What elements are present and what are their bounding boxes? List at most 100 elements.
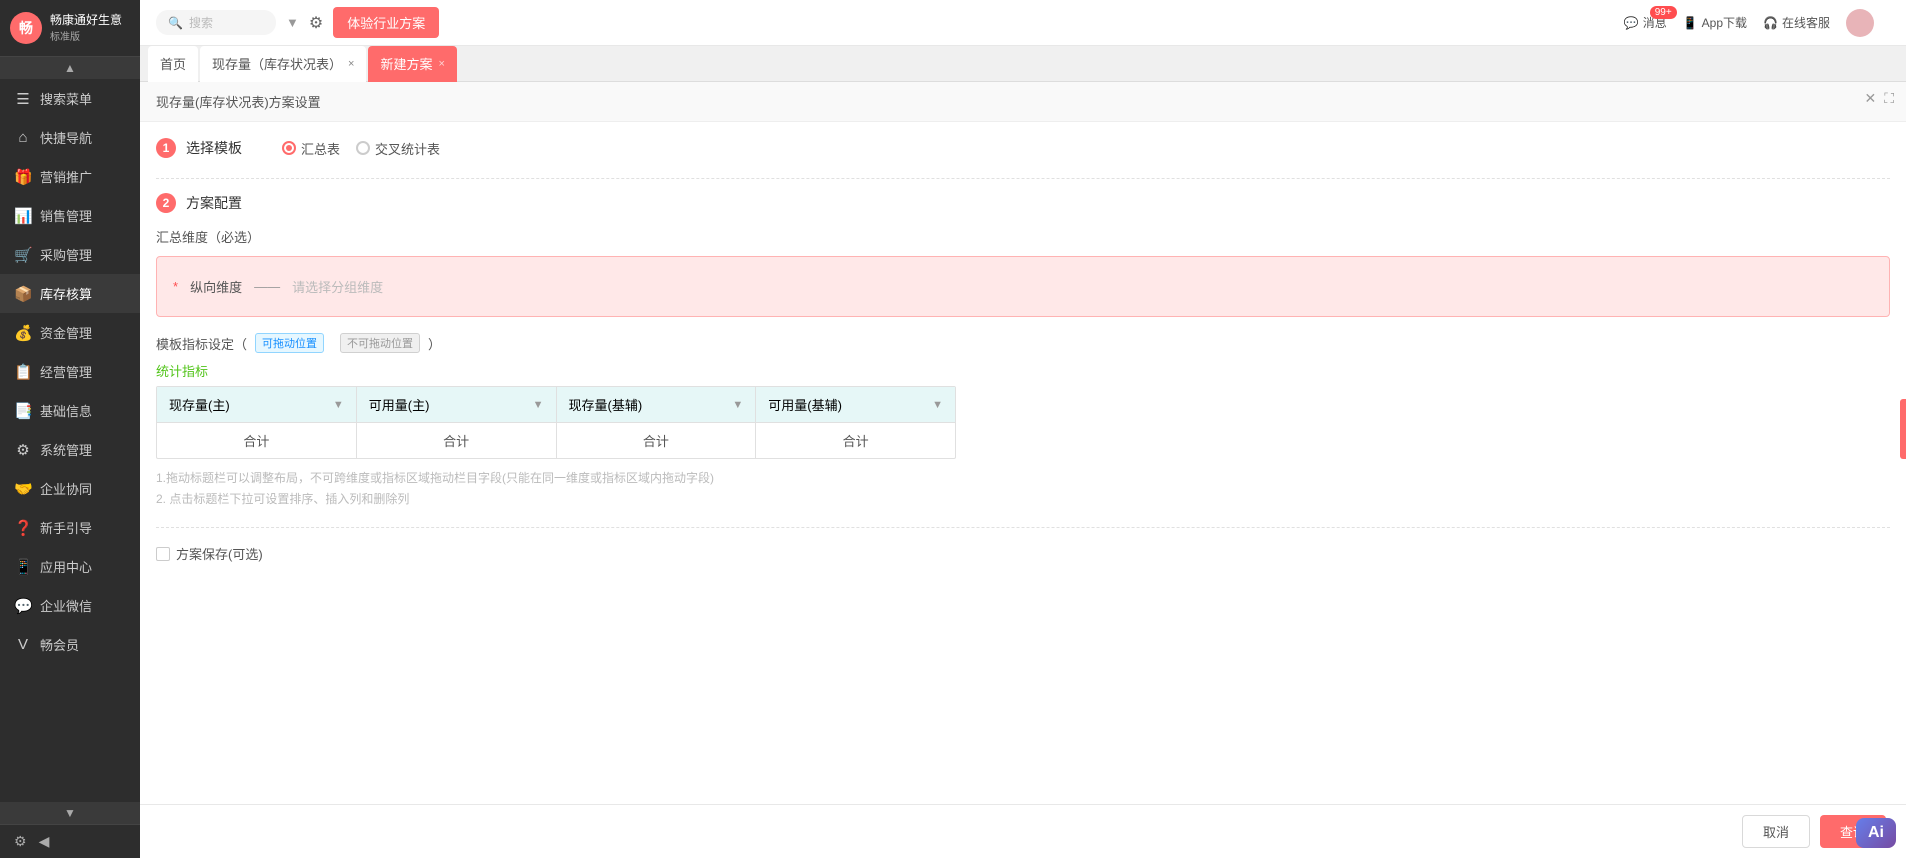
step1-label: 选择模板 — [186, 138, 242, 158]
summary-dimension-label: 汇总维度（必选） — [156, 227, 1890, 246]
indicator-col-header-label-3: 现存量(基辅) — [569, 395, 643, 414]
dimension-separator: —— — [254, 279, 280, 294]
radio-cross-dot — [356, 141, 370, 155]
message-item[interactable]: 💬 消息 99+ — [1624, 14, 1667, 31]
sidebar-item-system[interactable]: ⚙ 系统管理 — [0, 430, 140, 469]
app-download-label: App下载 — [1702, 14, 1747, 31]
sidebar-item-app-center[interactable]: 📱 应用中心 — [0, 547, 140, 586]
col-chevron-3[interactable]: ▼ — [732, 399, 743, 411]
search-menu-icon: ☰ — [14, 90, 32, 108]
sidebar-item-inventory[interactable]: 📦 库存核算 — [0, 274, 140, 313]
cancel-button[interactable]: 取消 — [1742, 815, 1810, 848]
industry-plan-button[interactable]: 体验行业方案 — [333, 7, 439, 38]
sidebar-item-purchase[interactable]: 🛒 采购管理 — [0, 235, 140, 274]
sidebar-item-finance[interactable]: 💰 资金管理 — [0, 313, 140, 352]
user-avatar[interactable] — [1846, 9, 1874, 37]
sidebar-item-enterprise[interactable]: 🤝 企业协同 — [0, 469, 140, 508]
col-chevron-2[interactable]: ▼ — [533, 399, 544, 411]
sidebar-item-enterprise-wechat[interactable]: 💬 企业微信 — [0, 586, 140, 625]
panel-body: 1 选择模板 汇总表 交叉统计表 — [140, 122, 1906, 804]
save-plan-checkbox[interactable] — [156, 547, 170, 561]
radio-summary-dot — [282, 141, 296, 155]
sidebar-item-marketing[interactable]: 🎁 营销推广 — [0, 157, 140, 196]
topbar-gear-icon[interactable]: ⚙ — [309, 13, 323, 33]
radio-summary[interactable]: 汇总表 — [282, 139, 340, 158]
marketing-icon: 🎁 — [14, 168, 32, 186]
sidebar-item-label: 库存核算 — [40, 284, 92, 303]
indicator-col-header-4[interactable]: 可用量(基辅) ▼ — [756, 387, 955, 422]
purchase-icon: 🛒 — [14, 246, 32, 264]
expand-panel-icon[interactable]: ⛶ — [1884, 90, 1894, 107]
save-plan-checkbox-area[interactable]: 方案保存(可选) — [156, 544, 1890, 563]
step2-badge: 2 — [156, 193, 176, 213]
indicator-settings-text: 模板指标设定（ — [156, 334, 247, 353]
sidebar-scroll-up[interactable]: ▲ — [0, 57, 140, 79]
sidebar-footer: ⚙ ◀ — [0, 824, 140, 858]
dimension-selector[interactable]: * 纵向维度 —— 请选择分组维度 — [156, 256, 1890, 317]
sidebar-item-basic-info[interactable]: 📑 基础信息 — [0, 391, 140, 430]
tab-inventory-status-label: 现存量（库存状况表） — [212, 54, 342, 73]
indicator-table-header: 现存量(主) ▼ 可用量(主) ▼ 现存量(基辅) — [157, 387, 955, 422]
page-panel: ✕ ⛶ 现存量(库存状况表)方案设置 1 选择模板 汇总表 — [140, 82, 1906, 858]
new-guide-icon: ❓ — [14, 519, 32, 537]
indicator-table-row: 合计 合计 合计 合计 — [157, 422, 955, 458]
sidebar-item-quick-nav[interactable]: ⌂ 快捷导航 — [0, 118, 140, 157]
indicator-col-header-1[interactable]: 现存量(主) ▼ — [157, 387, 357, 422]
step1-badge: 1 — [156, 138, 176, 158]
content-area: ✕ ⛶ 现存量(库存状况表)方案设置 1 选择模板 汇总表 — [140, 82, 1906, 858]
dimension-placeholder: 请选择分组维度 — [292, 277, 383, 296]
message-icon: 💬 — [1624, 16, 1639, 30]
tab-home[interactable]: 首页 — [148, 46, 198, 82]
tips-item-1: 1.拖动标题栏可以调整布局，不可跨维度或指标区域拖动栏目字段(只能在同一维度或指… — [156, 469, 1890, 486]
basic-info-icon: 📑 — [14, 402, 32, 420]
radio-cross[interactable]: 交叉统计表 — [356, 139, 440, 158]
tabs-bar: 首页 现存量（库存状况表） × 新建方案 × — [140, 46, 1906, 82]
stats-label: 统计指标 — [156, 361, 1890, 380]
sidebar-item-operations[interactable]: 📋 经营管理 — [0, 352, 140, 391]
enterprise-icon: 🤝 — [14, 480, 32, 498]
topbar-chevron-icon[interactable]: ▼ — [286, 15, 299, 30]
tab-new-plan[interactable]: 新建方案 × — [368, 46, 456, 82]
non-draggable-tag: 不可拖动位置 — [340, 333, 420, 353]
footer-bar: 取消 查询 — [140, 804, 1906, 858]
indicator-col-header-2[interactable]: 可用量(主) ▼ — [357, 387, 557, 422]
collapse-icon[interactable]: ◀ — [39, 833, 50, 850]
app-center-icon: 📱 — [14, 558, 32, 576]
sidebar-item-new-guide[interactable]: ❓ 新手引导 — [0, 508, 140, 547]
app-download-item[interactable]: 📱 App下载 — [1683, 14, 1747, 31]
step1-options: 汇总表 交叉统计表 — [282, 139, 440, 158]
sales-icon: 📊 — [14, 207, 32, 225]
message-badge: 99+ — [1650, 6, 1677, 19]
tab-new-plan-close[interactable]: × — [438, 58, 444, 70]
step1-header: 1 选择模板 汇总表 交叉统计表 — [156, 138, 1890, 158]
right-edge-hint[interactable] — [1900, 399, 1906, 459]
settings-icon[interactable]: ⚙ — [14, 833, 27, 850]
section-divider-1 — [156, 178, 1890, 179]
indicator-col-header-3[interactable]: 现存量(基辅) ▼ — [557, 387, 757, 422]
online-service-item[interactable]: 🎧 在线客服 — [1763, 14, 1830, 31]
sidebar-item-sales[interactable]: 📊 销售管理 — [0, 196, 140, 235]
panel-corner-icons: ✕ ⛶ — [1864, 90, 1894, 107]
sidebar-item-label: 经营管理 — [40, 362, 92, 381]
indicator-col-value-4: 合计 — [756, 423, 955, 458]
tab-inventory-status[interactable]: 现存量（库存状况表） × — [200, 46, 366, 82]
sidebar-scroll-down[interactable]: ▼ — [0, 802, 140, 824]
indicator-col-header-label-2: 可用量(主) — [369, 395, 430, 414]
topbar-search-box[interactable]: 🔍 搜索 — [156, 10, 276, 35]
indicator-settings: 模板指标设定（ 可拖动位置 不可拖动位置 ） 统计指标 — [156, 333, 1890, 507]
topbar: 🔍 搜索 ▼ ⚙ 体验行业方案 💬 消息 99+ 📱 App下载 🎧 在线客服 — [140, 0, 1906, 46]
col-chevron-1[interactable]: ▼ — [333, 399, 344, 411]
close-panel-icon[interactable]: ✕ — [1864, 90, 1876, 107]
ai-badge[interactable]: Ai — [1856, 818, 1896, 848]
online-service-label: 在线客服 — [1782, 14, 1830, 31]
inventory-icon: 📦 — [14, 285, 32, 303]
section-divider-2 — [156, 527, 1890, 528]
col-chevron-4[interactable]: ▼ — [932, 399, 943, 411]
indicator-col-header-label-1: 现存量(主) — [169, 395, 230, 414]
sidebar-item-vip[interactable]: V 畅会员 — [0, 625, 140, 664]
radio-summary-label: 汇总表 — [301, 139, 340, 158]
indicator-settings-label: 模板指标设定（ 可拖动位置 不可拖动位置 ） — [156, 333, 1890, 353]
sidebar-item-search-menu[interactable]: ☰ 搜索菜单 — [0, 79, 140, 118]
tab-inventory-status-close[interactable]: × — [348, 58, 354, 70]
sidebar-item-label: 畅会员 — [40, 635, 79, 654]
